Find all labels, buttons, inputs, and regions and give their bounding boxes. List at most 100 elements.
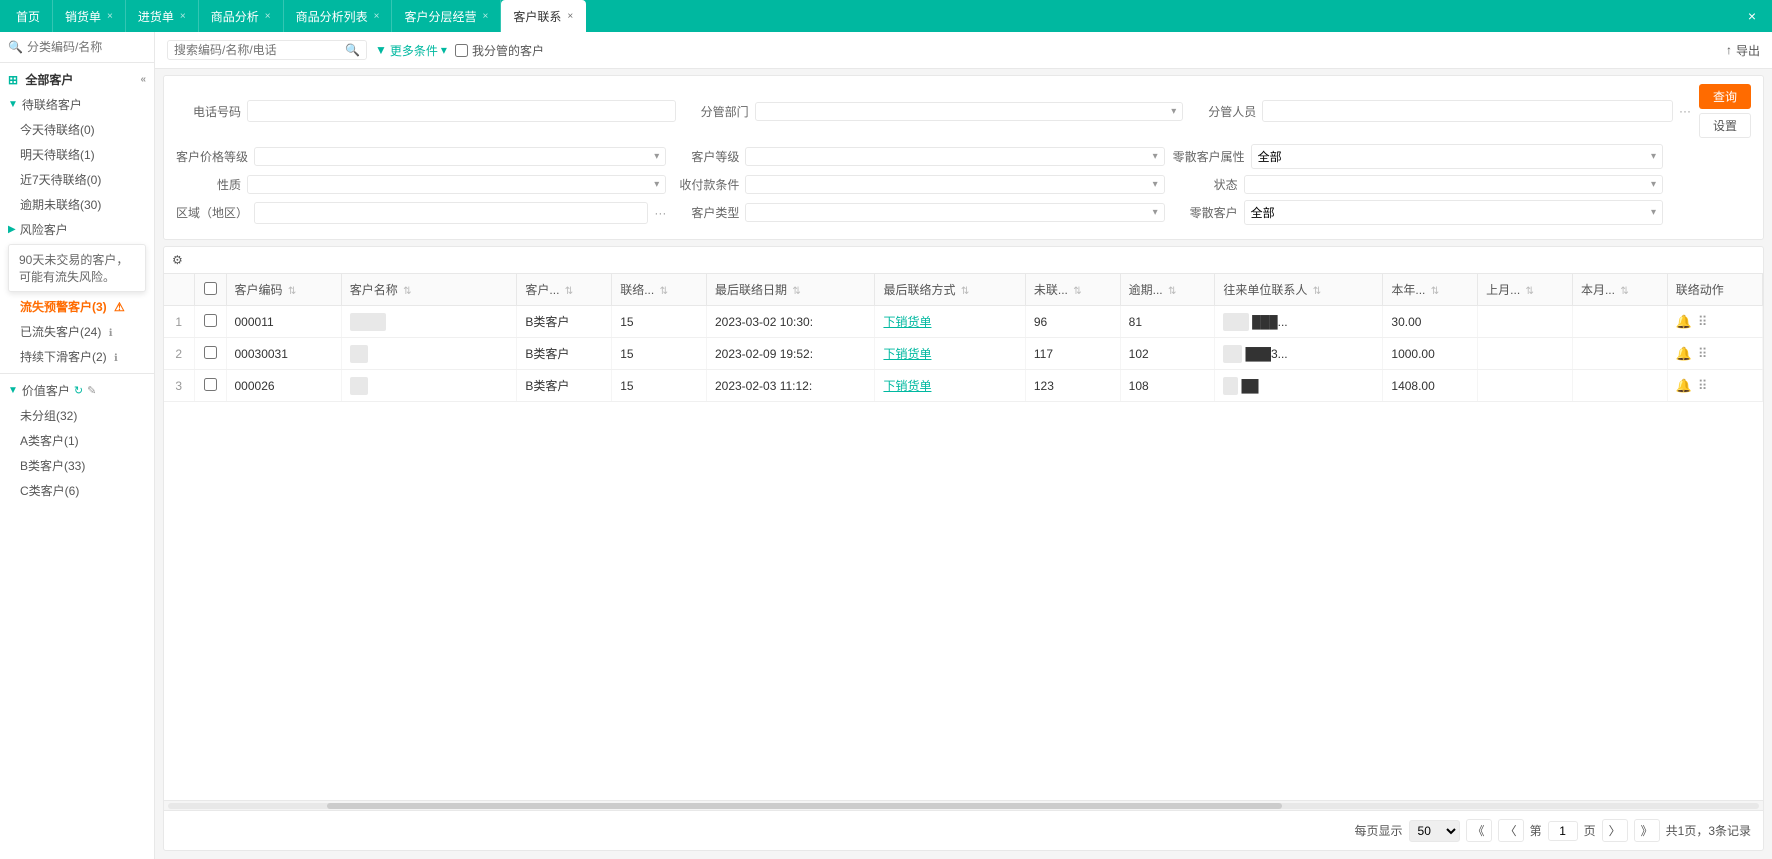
gender-select[interactable]: ▾ <box>247 175 666 194</box>
row-name <box>341 338 517 370</box>
sidebar-item-c-class[interactable]: C类客户(6) <box>0 478 154 503</box>
phone-input[interactable] <box>247 100 676 122</box>
sidebar-item-overdue[interactable]: 逾期未联络(30) <box>0 192 154 217</box>
last-way-link[interactable]: 下销货单 <box>883 347 931 361</box>
data-table-wrap: ⚙ 客户编码 ⇅ <box>163 246 1764 851</box>
query-button[interactable]: 查询 <box>1699 84 1751 109</box>
total-label: 共1页，3条记录 <box>1666 822 1751 839</box>
last-page-button[interactable]: 》 <box>1634 819 1660 842</box>
price-level-select[interactable]: ▾ <box>254 147 666 166</box>
type-select[interactable]: ▾ <box>745 203 1164 222</box>
sidebar-group-risk[interactable]: ▶ 风险客户 <box>0 217 154 242</box>
sidebar-item-tomorrow[interactable]: 明天待联络(1) <box>0 142 154 167</box>
settings-button[interactable]: 设置 <box>1699 113 1751 138</box>
scrollbar-thumb[interactable] <box>327 803 1282 809</box>
more-icon[interactable]: ··· <box>654 206 666 220</box>
col-overdue[interactable]: 逾期... ⇅ <box>1120 274 1215 306</box>
row-last-way[interactable]: 下销货单 <box>875 338 1025 370</box>
all-customers-header[interactable]: ⊞ 全部客户 « <box>0 63 154 92</box>
last-way-link[interactable]: 下销货单 <box>883 315 931 329</box>
status-select[interactable]: ▾ <box>1244 175 1663 194</box>
zero-customer-select[interactable]: 全部 ▾ <box>1244 200 1663 225</box>
col-type[interactable]: 客户... ⇅ <box>517 274 612 306</box>
next-page-button[interactable]: 〉 <box>1602 819 1628 842</box>
tab-analysis[interactable]: 商品分析 × <box>199 0 284 32</box>
tab-customer-tier[interactable]: 客户分层经营 × <box>392 0 501 32</box>
more-action-icon[interactable]: ⠿ <box>1698 314 1708 330</box>
more-icon[interactable]: ··· <box>1679 104 1691 118</box>
horizontal-scrollbar[interactable] <box>164 800 1763 810</box>
blurred-name <box>350 313 386 331</box>
sidebar-item-churned[interactable]: 已流失客户(24) ℹ <box>0 319 154 344</box>
search-input[interactable] <box>174 43 345 57</box>
zero-attr-select[interactable]: 全部 ▾ <box>1251 144 1663 169</box>
table-scroll-area[interactable]: 客户编码 ⇅ 客户名称 ⇅ 客户... ⇅ <box>164 274 1763 800</box>
more-action-icon[interactable]: ⠿ <box>1698 346 1708 362</box>
row-last-way[interactable]: 下销货单 <box>875 370 1025 402</box>
level-select[interactable]: ▾ <box>745 147 1164 166</box>
tab-purchase[interactable]: 进货单 × <box>126 0 199 32</box>
table-settings-button[interactable]: ⚙ <box>172 253 183 267</box>
region-input[interactable] <box>254 202 648 224</box>
tab-customer-contact[interactable]: 客户联系 × <box>501 0 586 32</box>
page-size-select[interactable]: 50 100 200 <box>1409 820 1460 842</box>
collapse-icon[interactable]: « <box>140 74 146 85</box>
close-icon[interactable]: × <box>107 11 113 22</box>
sidebar-item-today[interactable]: 今天待联络(0) <box>0 117 154 142</box>
tab-homepage[interactable]: 首页 <box>4 0 53 32</box>
row-type: B类客户 <box>517 338 612 370</box>
col-no-contact[interactable]: 未联... ⇅ <box>1025 274 1120 306</box>
row-checkbox[interactable] <box>204 378 217 391</box>
export-button[interactable]: ↑ 导出 <box>1726 42 1760 59</box>
person-input[interactable] <box>1262 100 1673 122</box>
tab-sales[interactable]: 销货单 × <box>53 0 126 32</box>
dept-select[interactable]: ▾ <box>755 102 1184 121</box>
close-icon[interactable]: × <box>374 11 380 22</box>
refresh-icon[interactable]: ↻ <box>74 384 83 397</box>
sidebar-item-7days[interactable]: 近7天待联络(0) <box>0 167 154 192</box>
sidebar-item-declining[interactable]: 持续下滑客户(2) ℹ <box>0 344 154 369</box>
close-icon[interactable]: × <box>482 11 488 22</box>
row-checkbox[interactable] <box>204 314 217 327</box>
contact-icon[interactable]: 🔔 <box>1676 314 1692 330</box>
search-execute-icon[interactable]: 🔍 <box>345 43 360 57</box>
contact-icon[interactable]: 🔔 <box>1676 378 1692 394</box>
col-person[interactable]: 往来单位联系人 ⇅ <box>1215 274 1383 306</box>
col-name[interactable]: 客户名称 ⇅ <box>341 274 517 306</box>
payment-select[interactable]: ▾ <box>745 175 1164 194</box>
close-icon[interactable]: × <box>180 11 186 22</box>
first-page-button[interactable]: 《 <box>1466 819 1492 842</box>
close-icon[interactable]: × <box>265 11 271 22</box>
my-customers-checkbox-label[interactable]: 我分管的客户 <box>455 42 544 59</box>
last-way-link[interactable]: 下销货单 <box>883 379 931 393</box>
col-code[interactable]: 客户编码 ⇅ <box>226 274 341 306</box>
contact-icon[interactable]: 🔔 <box>1676 346 1692 362</box>
col-last-way[interactable]: 最后联络方式 ⇅ <box>875 274 1025 306</box>
more-filter-button[interactable]: ▼ 更多条件 ▾ <box>375 42 447 59</box>
col-last-month[interactable]: 上月... ⇅ <box>1478 274 1573 306</box>
sidebar-item-a-class[interactable]: A类客户(1) <box>0 428 154 453</box>
sidebar-item-b-class[interactable]: B类客户(33) <box>0 453 154 478</box>
tab-analysis-list[interactable]: 商品分析列表 × <box>284 0 393 32</box>
more-action-icon[interactable]: ⠿ <box>1698 378 1708 394</box>
col-last-date[interactable]: 最后联络日期 ⇅ <box>706 274 874 306</box>
row-checkbox[interactable] <box>204 346 217 359</box>
edit-icon[interactable]: ✎ <box>87 384 96 397</box>
sidebar-search-input[interactable] <box>27 40 146 54</box>
window-close-button[interactable]: × <box>1736 8 1768 24</box>
content-area: 🔍 ▼ 更多条件 ▾ 我分管的客户 ↑ 导出 电话号码 <box>155 32 1772 859</box>
col-this-year[interactable]: 本年... ⇅ <box>1383 274 1478 306</box>
page-number-input[interactable] <box>1548 821 1578 841</box>
select-all-checkbox[interactable] <box>204 282 217 295</box>
sidebar-group-pending[interactable]: ▼ 待联络客户 <box>0 92 154 117</box>
col-contact[interactable]: 联络... ⇅ <box>612 274 707 306</box>
sidebar-group-value[interactable]: ▼ 价值客户 ↻ ✎ <box>0 378 154 403</box>
col-this-month[interactable]: 本月... ⇅ <box>1572 274 1667 306</box>
sidebar-item-ungrouped[interactable]: 未分组(32) <box>0 403 154 428</box>
row-last-way[interactable]: 下销货单 <box>875 306 1025 338</box>
close-icon[interactable]: × <box>567 11 573 22</box>
prev-page-button[interactable]: 〈 <box>1498 819 1524 842</box>
sidebar-item-churn-warning[interactable]: 流失预警客户(3) ⚠ <box>0 294 154 319</box>
my-customers-checkbox[interactable] <box>455 44 468 57</box>
tab-bar: 首页 销货单 × 进货单 × 商品分析 × 商品分析列表 × 客户分层经营 × … <box>0 0 1772 32</box>
